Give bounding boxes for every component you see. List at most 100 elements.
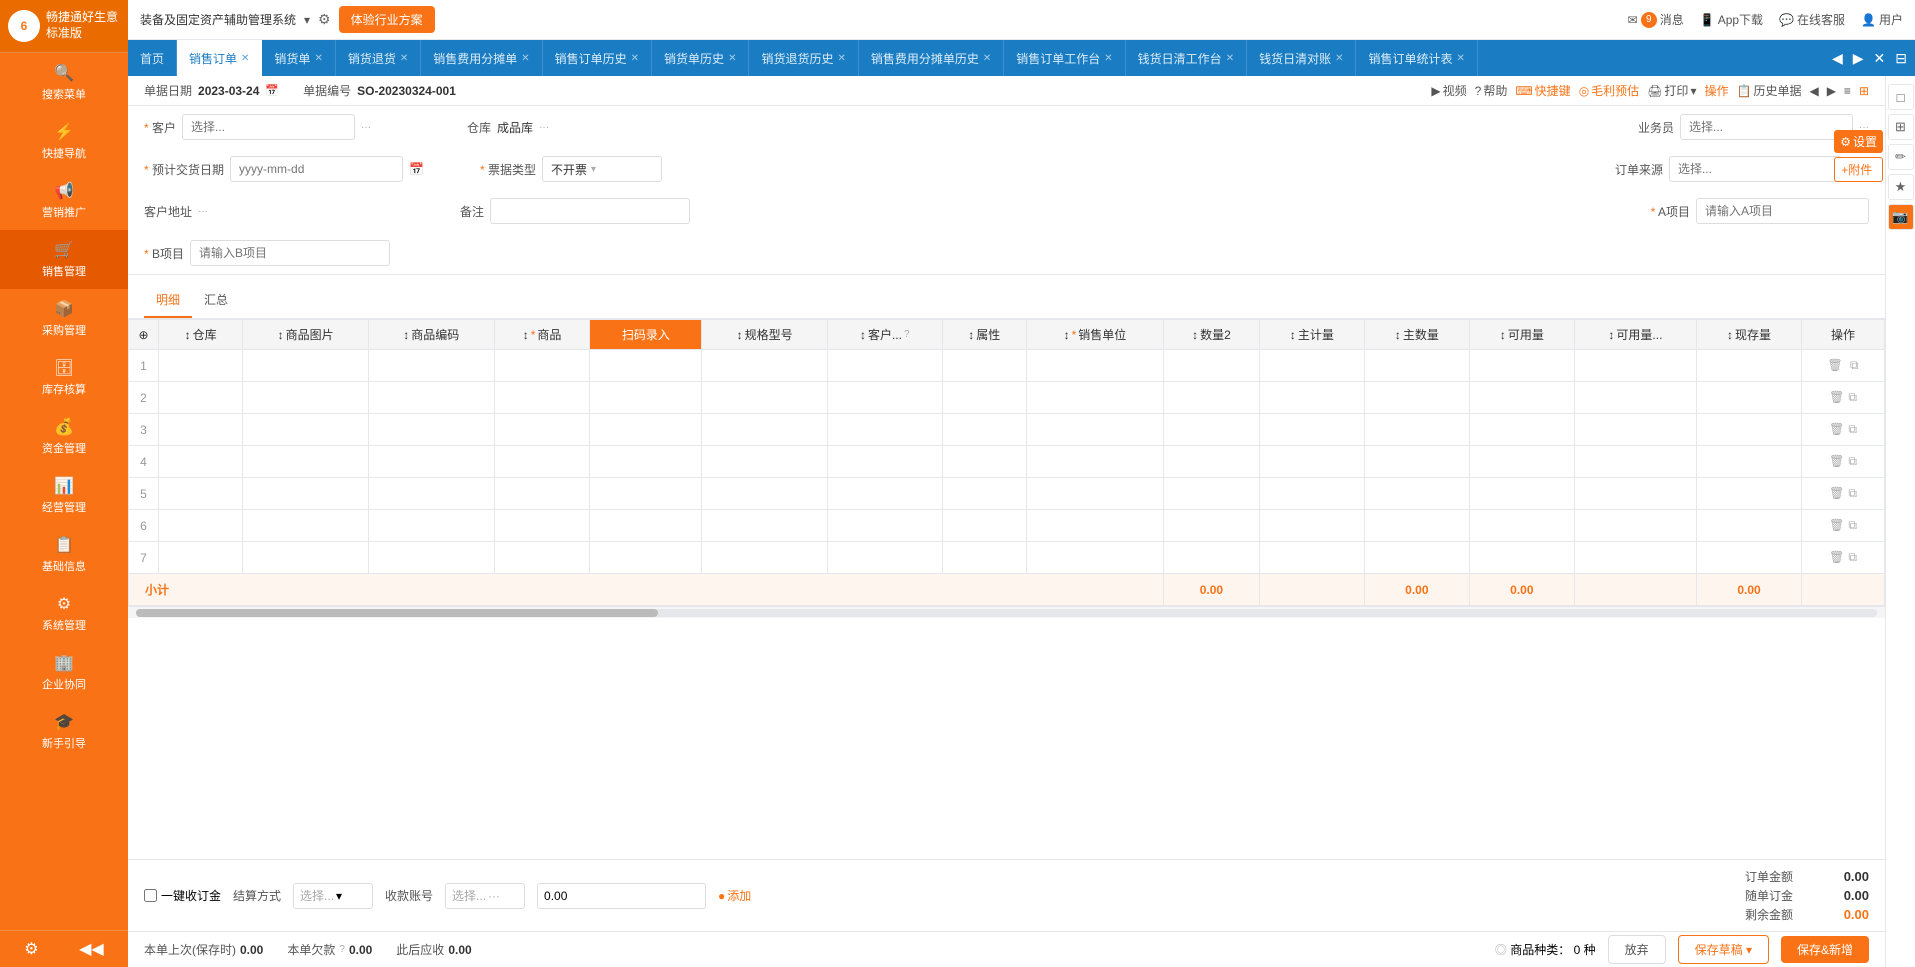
tab-close-icon[interactable]: ✕ xyxy=(1335,53,1343,64)
b-project-input[interactable] xyxy=(190,240,390,266)
delivery-calendar-icon[interactable]: 📅 xyxy=(409,162,424,176)
customer-more-icon[interactable]: ··· xyxy=(361,122,371,133)
tab-close-icon[interactable]: ✕ xyxy=(1457,53,1465,64)
sidebar-item-marketing[interactable]: 📢 营销推广 xyxy=(0,171,128,230)
tab-sales-history[interactable]: 销售订单历史 ✕ xyxy=(543,40,652,76)
remark-input[interactable] xyxy=(490,198,690,224)
print-btn[interactable]: 🖨 打印 ▾ xyxy=(1647,82,1696,99)
shortcut-btn[interactable]: ⌨ 快捷键 xyxy=(1515,82,1570,99)
warehouse-more-icon[interactable]: ··· xyxy=(539,122,549,133)
tab-close-icon[interactable]: ✕ xyxy=(837,53,845,64)
right-panel-icon-4[interactable]: ★ xyxy=(1888,174,1914,200)
list-view-icon[interactable]: ≡ xyxy=(1844,84,1851,98)
row-delete-icon[interactable]: 🗑 xyxy=(1829,390,1844,404)
row-copy-icon[interactable]: ⧉ xyxy=(1850,358,1859,372)
sidebar-item-enterprise[interactable]: 🏢 企业协同 xyxy=(0,643,128,702)
row-copy-icon[interactable]: ⧉ xyxy=(1848,422,1857,436)
operation-btn[interactable]: 操作 xyxy=(1704,82,1728,99)
sidebar-item-basic[interactable]: 📋 基础信息 xyxy=(0,525,128,584)
delivery-input[interactable] xyxy=(230,156,403,182)
cell-attr[interactable] xyxy=(942,350,1026,382)
discard-button[interactable]: 放弃 xyxy=(1608,935,1666,964)
card-view-icon[interactable]: ⊞ xyxy=(1859,84,1869,98)
right-panel-icon-5[interactable]: 📷 xyxy=(1888,204,1914,230)
tab-sales-order[interactable]: 销售订单 ✕ xyxy=(177,40,262,76)
tab-daily-workbench[interactable]: 钱货日清工作台 ✕ xyxy=(1126,40,1247,76)
row-delete-icon[interactable]: 🗑 xyxy=(1829,550,1844,564)
save-draft-button[interactable]: 保存草稿 ▾ xyxy=(1678,935,1769,964)
history-btn[interactable]: 📋 历史单据 xyxy=(1736,82,1801,99)
tab-close-icon[interactable]: ✕ xyxy=(241,53,249,64)
tab-home[interactable]: 首页 xyxy=(128,40,177,76)
save-new-button[interactable]: 保存&新增 xyxy=(1781,936,1869,963)
sidebar-item-finance[interactable]: 💰 资金管理 xyxy=(0,407,128,466)
settings-quick-btn[interactable]: ⚙ 设置 xyxy=(1834,130,1883,153)
topbar-app[interactable]: 📱 App下载 xyxy=(1700,11,1763,28)
nav-next-icon[interactable]: ▶ xyxy=(1827,84,1836,98)
tab-prev-icon[interactable]: ◀ xyxy=(1828,48,1847,69)
right-panel-icon-3[interactable]: ✏ xyxy=(1888,144,1914,170)
sidebar-item-inventory[interactable]: 🗄 库存核算 xyxy=(0,348,128,407)
cell-warehouse[interactable] xyxy=(159,350,243,382)
sidebar-item-operations[interactable]: 📊 经营管理 xyxy=(0,466,128,525)
tab-close-all-icon[interactable]: ✕ xyxy=(1870,48,1890,69)
help-btn[interactable]: ? 帮助 xyxy=(1475,82,1508,99)
tab-sales-fee[interactable]: 销售费用分摊单 ✕ xyxy=(421,40,542,76)
tab-close-icon[interactable]: ✕ xyxy=(983,53,991,64)
right-panel-icon-2[interactable]: ⊞ xyxy=(1888,114,1914,140)
tab-close-icon[interactable]: ✕ xyxy=(1104,53,1112,64)
system-dropdown[interactable]: ▾ xyxy=(304,13,310,27)
account-select[interactable]: 选择... ··· xyxy=(445,883,525,909)
tab-invoice-history[interactable]: 销货单历史 ✕ xyxy=(652,40,749,76)
tab-close-icon[interactable]: ✕ xyxy=(314,53,322,64)
cell-spec[interactable] xyxy=(702,350,828,382)
topbar-msg[interactable]: ✉ 9 消息 xyxy=(1628,11,1684,28)
tab-menu-icon[interactable]: ⊟ xyxy=(1891,48,1911,69)
sidebar-item-sales[interactable]: 🛒 销售管理 xyxy=(0,230,128,289)
account-more-icon[interactable]: ··· xyxy=(488,889,500,903)
add-button[interactable]: ● 添加 xyxy=(718,887,751,904)
row-copy-icon[interactable]: ⧉ xyxy=(1848,550,1857,564)
tab-summary[interactable]: 汇总 xyxy=(192,283,240,318)
tab-detail[interactable]: 明细 xyxy=(144,283,192,318)
row-copy-icon[interactable]: ⧉ xyxy=(1848,486,1857,500)
row-delete-icon[interactable]: 🗑 xyxy=(1829,454,1844,468)
cell-product[interactable] xyxy=(494,350,590,382)
attachment-quick-btn[interactable]: +附件 xyxy=(1834,157,1883,182)
row-delete-icon[interactable]: 🗑 xyxy=(1829,518,1844,532)
tab-fee-history[interactable]: 销售费用分摊单历史 ✕ xyxy=(859,40,1004,76)
save-draft-dropdown-icon[interactable]: ▾ xyxy=(1746,943,1752,957)
tab-next-icon[interactable]: ▶ xyxy=(1849,48,1868,69)
tab-close-icon[interactable]: ✕ xyxy=(728,53,736,64)
topbar-user[interactable]: 👤 用户 xyxy=(1861,11,1903,28)
cell-code[interactable] xyxy=(368,350,494,382)
tab-return-history[interactable]: 销货退货历史 ✕ xyxy=(749,40,858,76)
sidebar-item-guide[interactable]: 🎓 新手引导 xyxy=(0,702,128,761)
view-video-btn[interactable]: ▶ 视频 xyxy=(1431,82,1466,99)
right-panel-icon-1[interactable]: □ xyxy=(1888,84,1914,110)
tab-close-icon[interactable]: ✕ xyxy=(1226,53,1234,64)
row-delete-icon[interactable]: 🗑 xyxy=(1829,486,1844,500)
nav-prev-icon[interactable]: ◀ xyxy=(1809,84,1818,98)
amount-input[interactable] xyxy=(537,883,706,909)
topbar-settings-icon[interactable]: ⚙ xyxy=(318,11,331,28)
tab-stats[interactable]: 销售订单统计表 ✕ xyxy=(1356,40,1477,76)
sidebar-item-quicknav[interactable]: ⚡ 快捷导航 xyxy=(0,112,128,171)
payment-select[interactable]: 选择... ▾ xyxy=(293,883,373,909)
address-more-icon[interactable]: ··· xyxy=(198,206,208,217)
row-copy-icon[interactable]: ⧉ xyxy=(1848,454,1857,468)
tab-reconcile[interactable]: 钱货日清对账 ✕ xyxy=(1247,40,1356,76)
row-delete-icon[interactable]: 🗑 xyxy=(1827,358,1842,372)
tab-close-icon[interactable]: ✕ xyxy=(631,53,639,64)
th-settings[interactable]: ⊕ xyxy=(129,320,159,350)
salesperson-input[interactable] xyxy=(1680,114,1853,140)
sidebar-settings-icon[interactable]: ⚙ xyxy=(24,939,38,959)
tab-close-icon[interactable]: ✕ xyxy=(400,53,408,64)
cell-qty2[interactable] xyxy=(1164,350,1260,382)
scrollbar-thumb[interactable] xyxy=(136,609,658,617)
sidebar-item-purchase[interactable]: 📦 采购管理 xyxy=(0,289,128,348)
horizontal-scrollbar[interactable] xyxy=(128,606,1885,618)
cell-main-qty[interactable] xyxy=(1364,350,1469,382)
profit-btn[interactable]: ◎ 毛利预估 xyxy=(1579,82,1640,99)
customer-input[interactable] xyxy=(182,114,355,140)
